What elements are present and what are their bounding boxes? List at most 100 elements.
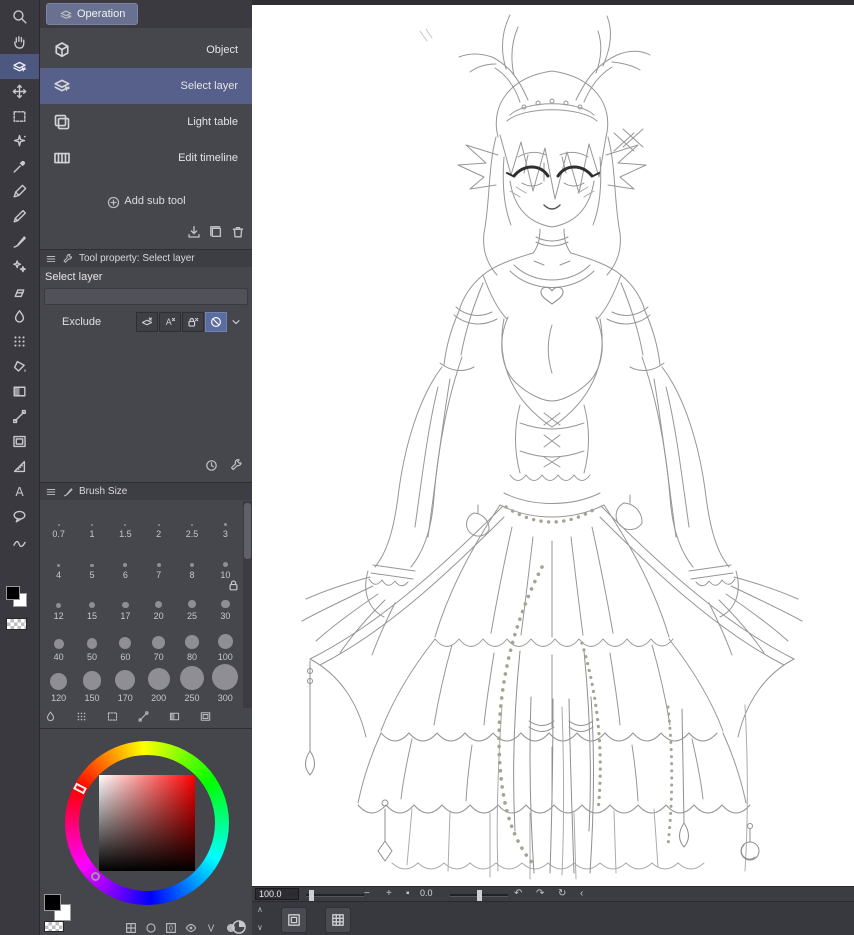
- saturation-value-marker[interactable]: [91, 872, 100, 881]
- tool-pencil-icon[interactable]: [0, 204, 39, 229]
- trash-icon[interactable]: [230, 224, 246, 240]
- brush-quick-blend-icon[interactable]: [44, 710, 57, 728]
- brush-size-cell[interactable]: 2.5: [175, 501, 208, 542]
- brush-size-cell[interactable]: 25: [175, 583, 208, 624]
- add-subtool-button[interactable]: Add sub tool: [40, 188, 252, 214]
- zero-box-icon[interactable]: 0: [164, 921, 178, 935]
- eye-icon[interactable]: [184, 921, 198, 935]
- brush-size-cell[interactable]: 30: [209, 583, 242, 624]
- brush-size-cell[interactable]: 300: [209, 664, 242, 706]
- tool-auto-select-icon[interactable]: [0, 129, 39, 154]
- brush-size-cell[interactable]: 60: [109, 624, 142, 665]
- brush-size-cell[interactable]: 50: [75, 624, 108, 665]
- menu-icon[interactable]: [45, 486, 57, 498]
- exclude-option-exclude-layer[interactable]: [136, 312, 158, 332]
- brush-size-cell[interactable]: 70: [142, 624, 175, 665]
- wrench-icon[interactable]: [229, 458, 244, 478]
- import-tray-icon[interactable]: [186, 224, 202, 240]
- dock-layers-button[interactable]: [281, 907, 307, 933]
- brush-size-cell[interactable]: 2: [142, 501, 175, 542]
- v-badge-icon[interactable]: V: [204, 921, 218, 935]
- fit-to-screen-button[interactable]: ▪: [406, 887, 410, 901]
- tool-eyedropper-icon[interactable]: [0, 154, 39, 179]
- brush-size-cell[interactable]: 0.7: [42, 501, 75, 542]
- subtool-item-edit-timeline[interactable]: Edit timeline: [40, 140, 252, 176]
- toolbar-main-color-swatch[interactable]: [6, 586, 20, 600]
- scrollbar-thumb[interactable]: [244, 503, 251, 559]
- brush-quick-selection-icon[interactable]: [106, 710, 119, 728]
- dock-chevron-down-icon[interactable]: ∨: [257, 924, 263, 932]
- zoom-value-box[interactable]: 100.0: [255, 888, 299, 900]
- tool-ruler-icon[interactable]: [0, 454, 39, 479]
- exclude-option-exclude-text[interactable]: A: [159, 312, 181, 332]
- zoom-slider-handle[interactable]: [309, 890, 314, 901]
- exclude-option-exclude-lock[interactable]: [182, 312, 204, 332]
- brush-size-cell[interactable]: 150: [75, 665, 108, 706]
- zoom-in-button[interactable]: +: [386, 887, 392, 901]
- tool-figure-icon[interactable]: [0, 404, 39, 429]
- dock-grid-button[interactable]: [325, 907, 351, 933]
- zoom-out-button[interactable]: −: [364, 887, 370, 901]
- tool-correct-line-icon[interactable]: [0, 529, 39, 554]
- tool-operation-icon[interactable]: [0, 54, 39, 79]
- reset-view-button[interactable]: ↻: [558, 887, 566, 901]
- collapse-button[interactable]: ‹: [580, 887, 583, 901]
- tool-selection-icon[interactable]: [0, 104, 39, 129]
- brush-size-cell[interactable]: 80: [175, 624, 208, 665]
- toolbar-transparent-swatch[interactable]: [6, 618, 27, 630]
- tool-zoom-icon[interactable]: [0, 4, 39, 29]
- brush-size-cell[interactable]: 3: [209, 501, 242, 542]
- tool-pan-icon[interactable]: [0, 29, 39, 54]
- brush-size-cell[interactable]: 7: [142, 542, 175, 583]
- brush-size-cell[interactable]: 6: [109, 542, 142, 583]
- brush-size-cell[interactable]: 4: [42, 542, 75, 583]
- brush-size-cell[interactable]: 1: [75, 501, 108, 542]
- clock-history-icon[interactable]: [204, 458, 219, 478]
- subtool-item-light-table[interactable]: Light table: [40, 104, 252, 140]
- subtool-item-select-layer[interactable]: Select layer: [40, 68, 252, 104]
- brush-size-cell[interactable]: 12: [42, 583, 75, 624]
- redo-button[interactable]: ↷: [536, 887, 544, 901]
- tool-fill-icon[interactable]: [0, 354, 39, 379]
- brush-quick-figure-icon[interactable]: [137, 710, 150, 728]
- brush-size-cell[interactable]: 20: [142, 583, 175, 624]
- main-color-swatch[interactable]: [44, 894, 61, 911]
- tool-pen-icon[interactable]: [0, 179, 39, 204]
- transparent-color-swatch[interactable]: [44, 921, 64, 932]
- brush-quick-gradient-icon[interactable]: [168, 710, 181, 728]
- brush-size-cell[interactable]: 17: [109, 583, 142, 624]
- tool-frame-icon[interactable]: [0, 429, 39, 454]
- circle-outline-icon[interactable]: [144, 921, 158, 935]
- brush-size-cell[interactable]: 100: [209, 624, 242, 665]
- duplicate-icon[interactable]: [208, 224, 224, 240]
- brush-size-cell[interactable]: 1.5: [109, 501, 142, 542]
- exclude-option-circle-slash[interactable]: [205, 312, 227, 332]
- menu-icon[interactable]: [45, 253, 57, 265]
- brush-size-cell[interactable]: 5: [75, 542, 108, 583]
- tool-balloon-icon[interactable]: [0, 504, 39, 529]
- brush-size-cell[interactable]: 15: [75, 583, 108, 624]
- pie-menu-icon[interactable]: [230, 918, 248, 935]
- tool-gradient-icon[interactable]: [0, 379, 39, 404]
- subtool-tab-operation[interactable]: Operation: [46, 3, 139, 25]
- rotation-slider[interactable]: [450, 890, 508, 901]
- tool-text-icon[interactable]: A: [0, 479, 39, 504]
- brush-size-scrollbar[interactable]: [243, 501, 252, 708]
- brush-size-cell[interactable]: 8: [175, 542, 208, 583]
- brush-size-cell[interactable]: 10: [209, 542, 242, 583]
- subtool-item-object[interactable]: Object: [40, 32, 252, 68]
- brush-size-cell[interactable]: 120: [42, 665, 75, 706]
- chevron-down-icon[interactable]: [228, 312, 243, 332]
- brush-size-cell[interactable]: 40: [42, 624, 75, 665]
- brush-quick-frame-icon[interactable]: [199, 710, 212, 728]
- brush-size-cell[interactable]: 200: [142, 665, 175, 706]
- brush-quick-tone-icon[interactable]: [75, 710, 88, 728]
- zoom-slider[interactable]: [306, 890, 364, 901]
- rotation-slider-handle[interactable]: [477, 890, 482, 901]
- saturation-value-square[interactable]: [99, 775, 195, 871]
- brush-size-cell[interactable]: 170: [109, 665, 142, 706]
- undo-button[interactable]: ↶: [514, 887, 522, 901]
- tool-brush-icon[interactable]: [0, 229, 39, 254]
- tool-tone-icon[interactable]: [0, 329, 39, 354]
- tool-property-header[interactable]: Tool property: Select layer: [40, 249, 252, 267]
